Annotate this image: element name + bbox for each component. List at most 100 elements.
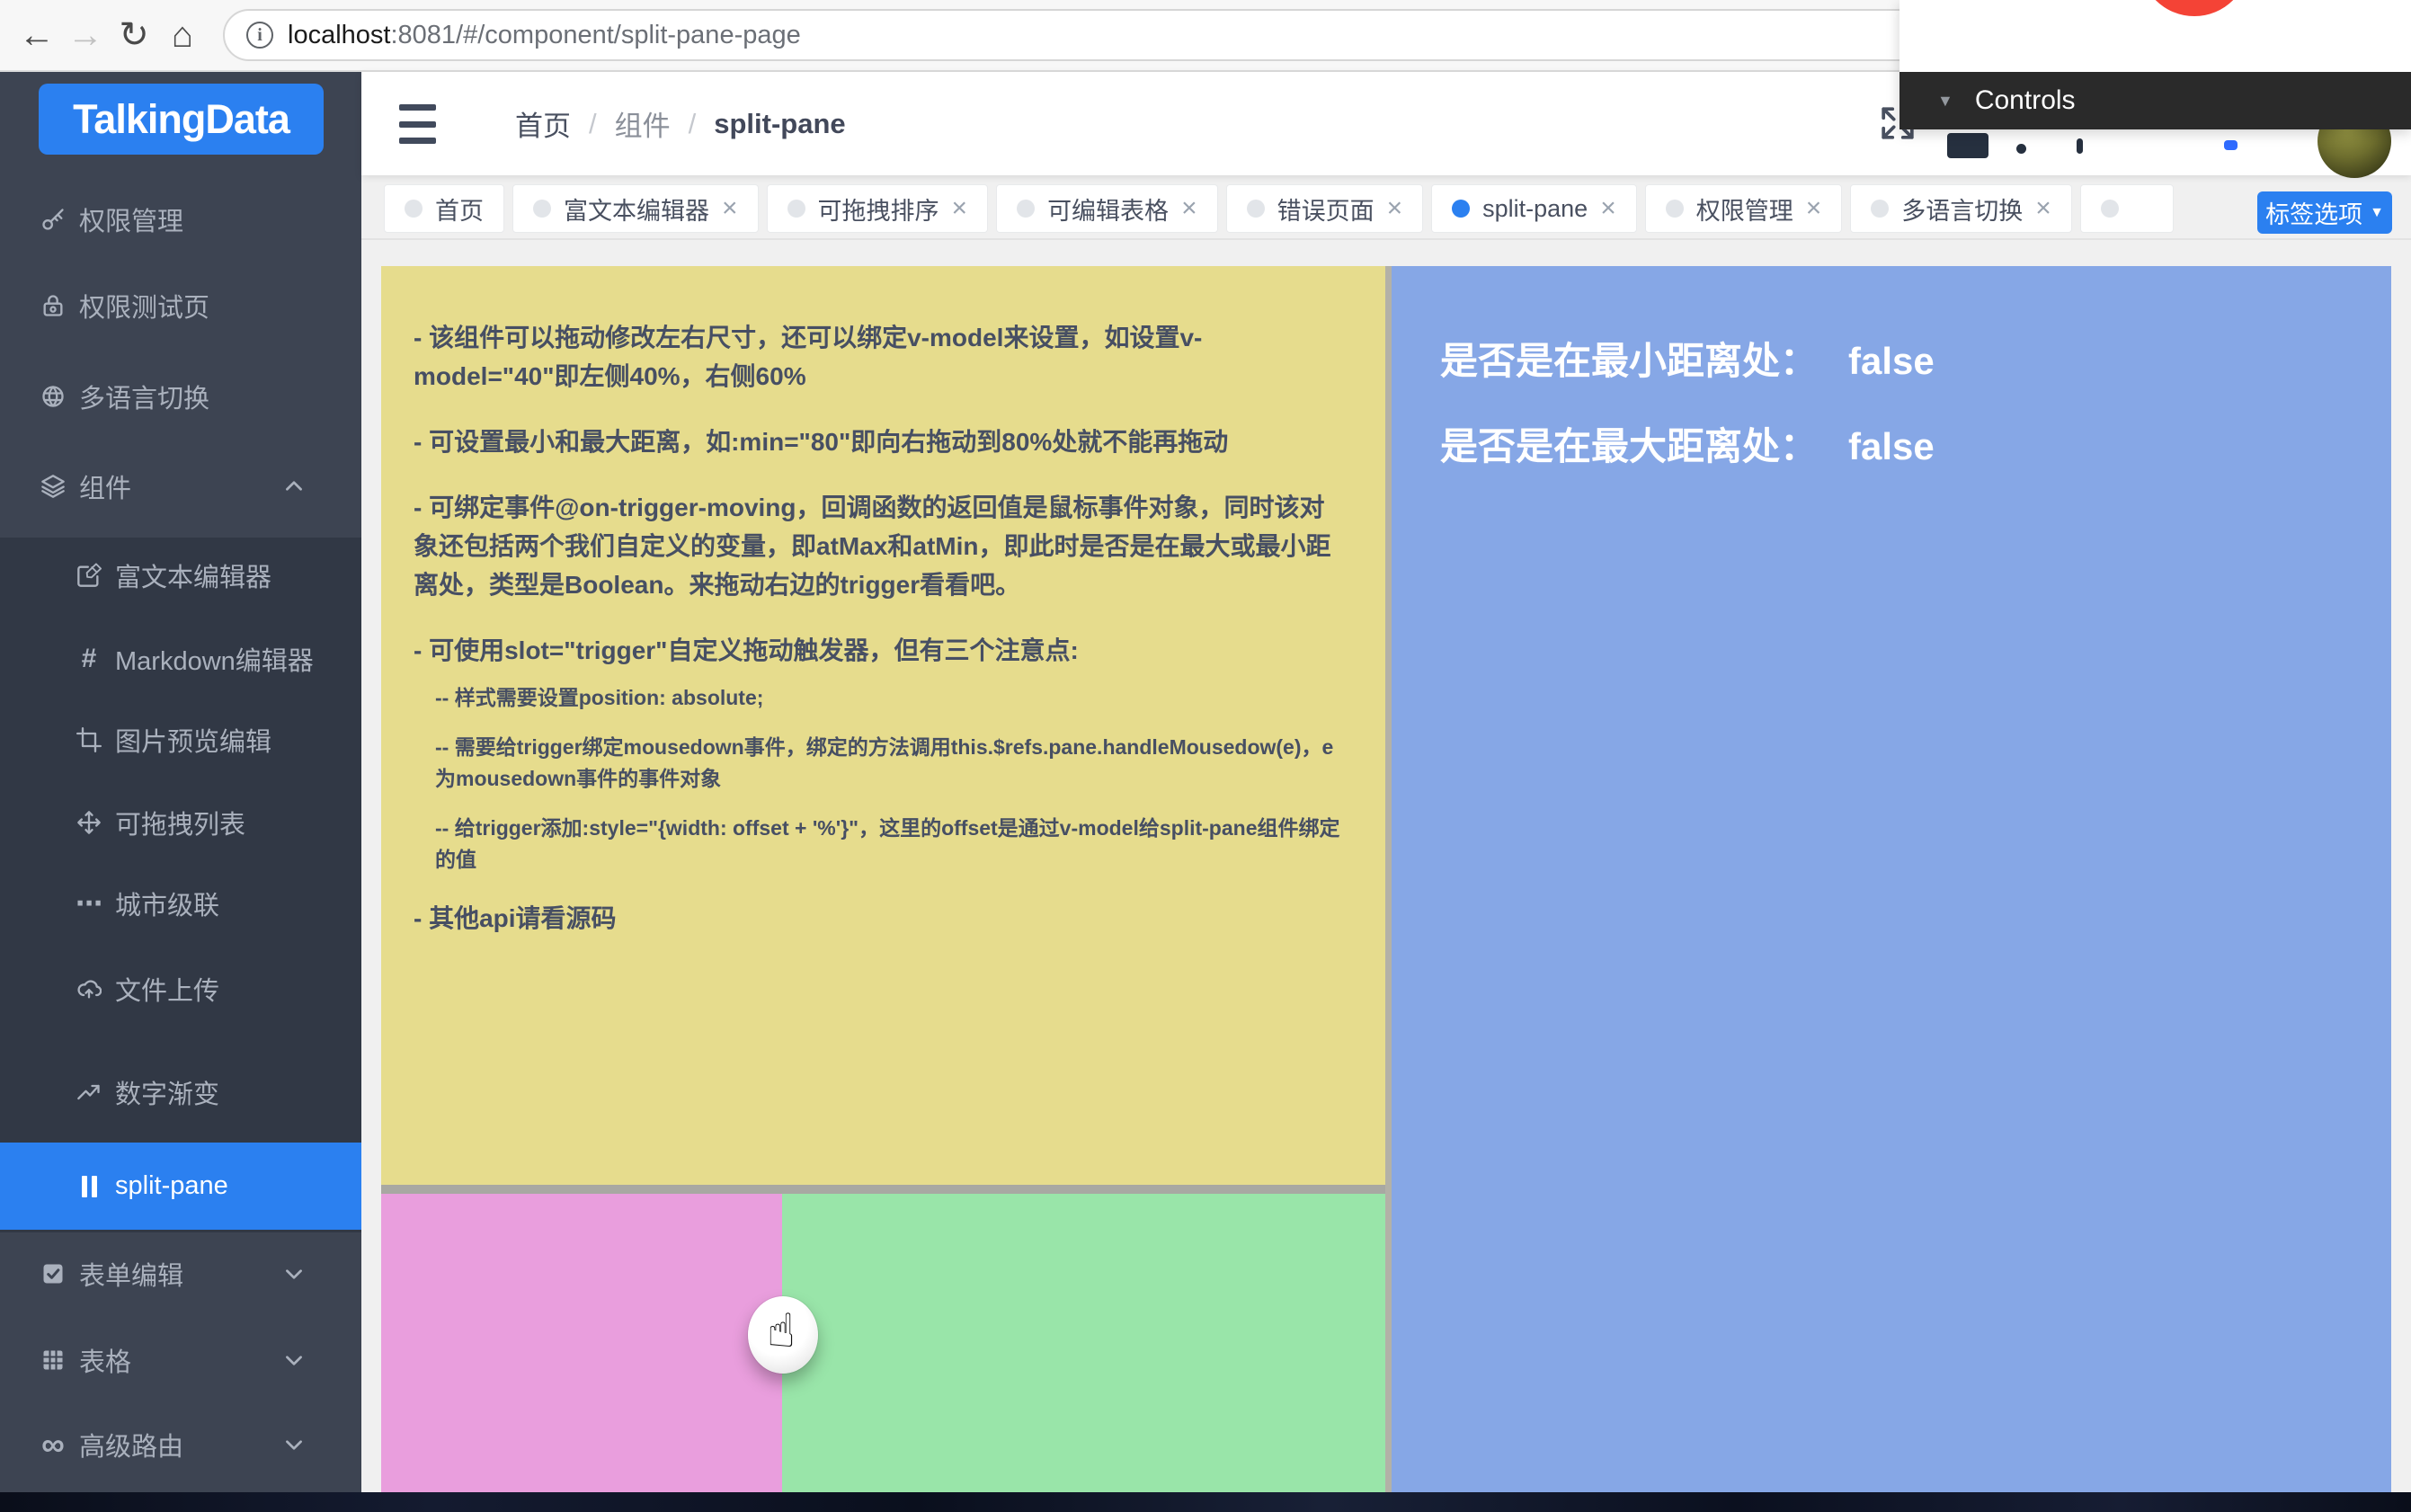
tab-home[interactable]: 首页 [384,184,504,233]
sidebar-item-label: 表单编辑 [79,1262,184,1291]
status-pane: 是否是在最小距离处： false 是否是在最大距离处： false [1392,266,2391,1499]
layers-icon [40,474,67,499]
tab-close-icon[interactable]: × [722,195,738,222]
sidebar-item-permission-test[interactable]: 权限测试页 [0,270,361,342]
globe-icon [40,384,67,409]
app-logo[interactable]: TalkingData [39,84,324,155]
controls-bar[interactable]: ▼ Controls [1899,72,2411,129]
sidebar-item-label: 数字渐变 [115,1081,220,1109]
desc-sub-point: -- 给trigger添加:style="{width: offset + '%… [435,816,1340,871]
sidebar-item-label: 图片预览编辑 [115,728,272,757]
horizontal-split-trigger[interactable] [381,1185,1385,1194]
tab-label: 富文本编辑器 [564,197,709,225]
tab-label: 可拖拽排序 [817,197,939,225]
tab-label: 权限管理 [1695,197,1793,225]
split-pane-demo: - 该组件可以拖动修改左右尺寸，还可以绑定v-model来设置，如设置v-mod… [381,266,2391,1499]
tab-close-icon[interactable]: × [2035,195,2051,222]
chevron-down-icon [282,1262,306,1285]
sidebar-subitem-draggable-list[interactable]: 可拖拽列表 [0,787,361,858]
breadcrumb-home[interactable]: 首页 [515,103,571,144]
sidebar-subitem-file-upload[interactable]: 文件上传 [0,953,361,1025]
lock-icon [40,293,67,318]
desc-paragraph: - 其他api请看源码 [414,904,617,932]
desc-paragraph: - 可绑定事件@on-trigger-moving，回调函数的返回值是鼠标事件对… [414,494,1331,599]
main-area: 首页 富文本编辑器 × 可拖拽排序 × 可编辑表格 × 错误页面 × split… [361,175,2411,1512]
message-icon[interactable] [2016,144,2026,154]
nested-right-pane [782,1194,1385,1499]
tab-clipped[interactable] [2079,184,2174,233]
tag-options-button[interactable]: 标签选项 ▼ [2257,191,2392,234]
tab-close-icon[interactable]: × [1806,195,1822,222]
sidebar-subitem-city-cascade[interactable]: ⋯ 城市级联 [0,867,361,939]
sidebar-item-label: 权限管理 [79,208,184,236]
browser-refresh-icon[interactable]: ↻ [110,17,158,53]
browser-back-icon[interactable]: ← [13,17,61,53]
sidebar-subitem-image-preview-edit[interactable]: 图片预览编辑 [0,704,361,776]
max-status-value: false [1848,425,1935,467]
menu-toggle-button[interactable] [399,104,436,144]
tab-editable-table[interactable]: 可编辑表格 × [996,184,1218,233]
lock-screen-icon[interactable] [2077,138,2083,154]
chevron-up-icon [282,475,306,498]
trending-up-icon [76,1080,102,1105]
sidebar-item-form-edit[interactable]: 表单编辑 [0,1238,361,1310]
overlay-panel [1899,0,2411,72]
vertical-split-trigger[interactable] [1385,266,1392,1499]
sidebar-item-label: 富文本编辑器 [115,564,272,592]
sidebar-item-components[interactable]: 组件 [0,450,361,522]
tab-dot-icon [533,200,551,218]
bug-icon[interactable] [2224,140,2238,150]
edit-square-icon [76,563,102,588]
min-status-value: false [1848,340,1935,382]
breadcrumb: 首页 / 组件 / split-pane [515,72,846,175]
desc-paragraph: - 可使用slot="trigger"自定义拖动触发器，但有三个注意点: [414,636,1079,664]
tab-error-page[interactable]: 错误页面 × [1225,184,1424,233]
tab-close-icon[interactable]: × [952,195,968,222]
caret-down-icon: ▼ [2370,204,2384,220]
sidebar-subitem-markdown-editor[interactable]: # Markdown编辑器 [0,623,361,695]
desc-sub-point: -- 样式需要设置position: absolute; [435,686,764,709]
hash-icon: # [81,644,97,673]
tab-bar: 首页 富文本编辑器 × 可拖拽排序 × 可编辑表格 × 错误页面 × split… [361,175,2411,240]
desc-sub-point: -- 需要给trigger绑定mousedown事件，绑定的方法调用this.$… [435,735,1334,790]
tab-label: 错误页面 [1277,197,1375,225]
tab-close-icon[interactable]: × [1181,195,1197,222]
sidebar-item-label: 高级路由 [79,1433,184,1462]
browser-forward-icon[interactable]: → [61,17,110,53]
sidebar-subitem-rich-text-editor[interactable]: 富文本编辑器 [0,539,361,611]
sidebar-item-table[interactable]: 表格 [0,1324,361,1396]
sidebar-item-i18n[interactable]: 多语言切换 [0,360,361,432]
tab-rich-text-editor[interactable]: 富文本编辑器 × [512,184,759,233]
tab-dot-icon [2100,200,2119,218]
breadcrumb-components[interactable]: 组件 [615,103,671,144]
tab-close-icon[interactable]: × [1387,195,1403,222]
tab-dot-icon [1017,200,1036,218]
app-logo-text: TalkingData [73,95,290,142]
tab-label: 多语言切换 [1901,197,2024,225]
url-path: :8081/#/component/split-pane-page [390,20,801,49]
sidebar-item-advanced-router[interactable]: ∞ 高级路由 [0,1409,361,1481]
browser-home-icon[interactable]: ⌂ [158,17,207,53]
sidebar-item-label: split-pane [115,1171,228,1200]
split-left-region: - 该组件可以拖动修改左右尺寸，还可以绑定v-model来设置，如设置v-mod… [381,266,1385,1499]
chevron-down-icon [282,1433,306,1456]
sidebar-item-permission[interactable]: 权限管理 [0,183,361,255]
tab-dot-icon [1871,200,1890,218]
tab-split-pane[interactable]: split-pane × [1431,184,1637,233]
crop-icon [76,727,102,752]
language-icon[interactable] [1947,133,1988,158]
sidebar-subitem-split-pane[interactable]: split-pane [0,1143,361,1230]
sidebar-item-label: 可拖拽列表 [115,811,246,840]
grid-icon [40,1347,67,1373]
custom-drag-trigger[interactable]: ☝ [748,1296,818,1374]
min-status-label: 是否是在最小距离处： [1440,340,1819,382]
tab-i18n[interactable]: 多语言切换 × [1850,184,2072,233]
desc-paragraph: - 该组件可以拖动修改左右尺寸，还可以绑定v-model来设置，如设置v-mod… [414,324,1203,390]
tab-label: 首页 [435,197,484,225]
tab-close-icon[interactable]: × [1600,195,1616,222]
sidebar-item-label: 多语言切换 [79,385,210,414]
tab-draggable-sort[interactable]: 可拖拽排序 × [766,184,989,233]
sidebar-subitem-number-gradient[interactable]: 数字渐变 [0,1056,361,1128]
site-info-icon[interactable]: i [246,22,273,49]
tab-permission[interactable]: 权限管理 × [1644,184,1843,233]
